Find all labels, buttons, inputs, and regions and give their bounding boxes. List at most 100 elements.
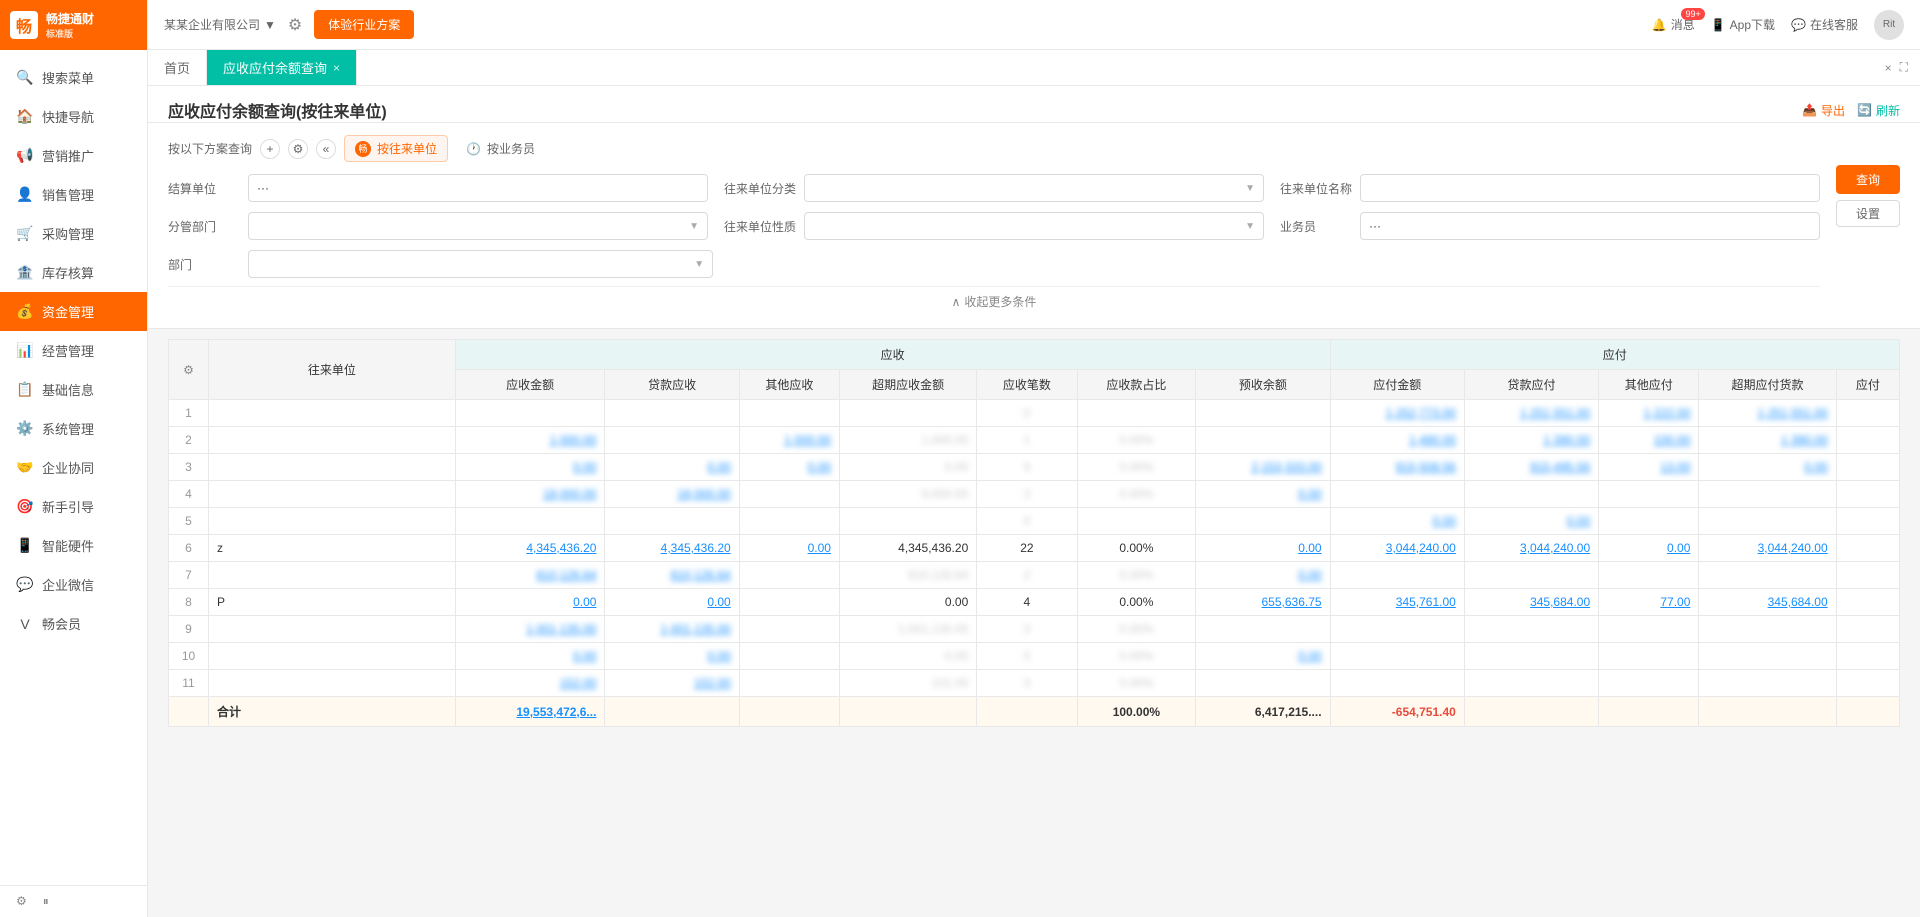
row-loan-recv-10[interactable]: 152.00: [605, 670, 739, 697]
row-prepay-9[interactable]: 0.00: [1196, 643, 1330, 670]
row-pay-amount-5[interactable]: 3,044,240.00: [1330, 535, 1464, 562]
salesperson-input[interactable]: ···: [1360, 212, 1820, 240]
row-loan-recv-9-link[interactable]: 0.00: [707, 649, 730, 663]
sidebar-item-vip[interactable]: V 畅会员: [0, 604, 147, 643]
settlement-input[interactable]: ···: [248, 174, 708, 202]
row-other-pay-1-link[interactable]: 100.00: [1654, 433, 1691, 447]
row-loan-recv-9[interactable]: 0.00: [605, 643, 739, 670]
tab-query[interactable]: 应收应付余额查询 ×: [207, 50, 357, 85]
row-loan-recv-8-link[interactable]: 1,001,135.00: [661, 622, 731, 636]
row-loan-recv-5[interactable]: 4,345,436.20: [605, 535, 739, 562]
sidebar-item-marketing[interactable]: 📢 营销推广: [0, 136, 147, 175]
partner-nature-select[interactable]: ▼: [804, 212, 1264, 240]
row-loan-pay-5-link[interactable]: 3,044,240.00: [1520, 541, 1590, 555]
row-recv-amount-5-link[interactable]: 4,345,436.20: [526, 541, 596, 555]
row-recv-amount-9[interactable]: 0.00: [455, 643, 605, 670]
solution-button[interactable]: 体验行业方案: [314, 10, 414, 39]
row-loan-pay-4-link[interactable]: 0.00: [1567, 514, 1590, 528]
row-other-recv-1-link[interactable]: 1,000.00: [784, 433, 831, 447]
row-overdue-pay-5[interactable]: 3,044,240.00: [1699, 535, 1836, 562]
row-overdue-pay-7-link[interactable]: 345,684.00: [1768, 595, 1828, 609]
row-recv-amount-3-link[interactable]: 18,000.00: [543, 487, 596, 501]
sidebar-settings-icon[interactable]: ⚙: [16, 894, 27, 909]
row-other-pay-7[interactable]: 77.00: [1599, 589, 1699, 616]
row-other-pay-0-link[interactable]: 1,222.00: [1644, 406, 1691, 420]
sidebar-collapse-icon[interactable]: ⏸: [43, 894, 49, 909]
row-loan-recv-8[interactable]: 1,001,135.00: [605, 616, 739, 643]
row-recv-amount-10-link[interactable]: 152.00: [560, 676, 597, 690]
row-pay-amount-2[interactable]: 915,508.56: [1330, 454, 1464, 481]
row-overdue-pay-7[interactable]: 345,684.00: [1699, 589, 1836, 616]
row-prepay-3[interactable]: 0.00: [1196, 481, 1330, 508]
row-prepay-6-link[interactable]: 0.00: [1298, 568, 1321, 582]
row-other-pay-7-link[interactable]: 77.00: [1660, 595, 1690, 609]
row-other-recv-1[interactable]: 1,000.00: [739, 427, 839, 454]
refresh-button[interactable]: 🔄 刷新: [1857, 102, 1900, 119]
row-other-pay-5-link[interactable]: 0.00: [1667, 541, 1690, 555]
row-loan-recv-3-link[interactable]: 18,000.00: [677, 487, 730, 501]
sidebar-item-sales[interactable]: 👤 销售管理: [0, 175, 147, 214]
row-other-recv-5-link[interactable]: 0.00: [808, 541, 831, 555]
row-recv-amount-10[interactable]: 152.00: [455, 670, 605, 697]
row-loan-recv-3[interactable]: 18,000.00: [605, 481, 739, 508]
window-close-icon[interactable]: ×: [1885, 61, 1892, 75]
setting-button[interactable]: 设置: [1836, 200, 1900, 227]
row-recv-amount-3[interactable]: 18,000.00: [455, 481, 605, 508]
row-pay-amount-0[interactable]: 1,252,773.00: [1330, 400, 1464, 427]
row-recv-amount-6[interactable]: 810,126.64: [455, 562, 605, 589]
partner-name-input[interactable]: [1360, 174, 1820, 202]
row-loan-recv-7-link[interactable]: 0.00: [707, 595, 730, 609]
online-service-link[interactable]: 💬 在线客服: [1791, 16, 1858, 33]
table-settings-icon[interactable]: ⚙: [183, 363, 194, 377]
row-recv-amount-5[interactable]: 4,345,436.20: [455, 535, 605, 562]
scheme-settings-button[interactable]: ⚙: [288, 139, 308, 159]
scheme-by-partner[interactable]: 畅 按往来单位: [344, 135, 448, 162]
row-loan-recv-6-link[interactable]: 810,126.64: [671, 568, 731, 582]
row-other-recv-2-link[interactable]: 0.00: [808, 460, 831, 474]
row-prepay-7[interactable]: 655,636.75: [1196, 589, 1330, 616]
row-recv-amount-8[interactable]: 1,001,135.00: [455, 616, 605, 643]
sidebar-item-search[interactable]: 🔍 搜索菜单: [0, 58, 147, 97]
row-prepay-2-link[interactable]: 2,153,333.00: [1251, 460, 1321, 474]
row-prepay-6[interactable]: 0.00: [1196, 562, 1330, 589]
row-loan-pay-0-link[interactable]: 1,251,551.00: [1520, 406, 1590, 420]
query-button[interactable]: 查询: [1836, 165, 1900, 194]
sidebar-item-collab[interactable]: 🤝 企业协同: [0, 448, 147, 487]
partner-cat-select[interactable]: ▼: [804, 174, 1264, 202]
row-loan-recv-7[interactable]: 0.00: [605, 589, 739, 616]
row-prepay-7-link[interactable]: 655,636.75: [1262, 595, 1322, 609]
row-other-pay-2[interactable]: 13.00: [1599, 454, 1699, 481]
row-recv-amount-7[interactable]: 0.00: [455, 589, 605, 616]
row-loan-pay-1[interactable]: 1,390.00: [1464, 427, 1598, 454]
row-other-pay-5[interactable]: 0.00: [1599, 535, 1699, 562]
dept-select[interactable]: ▼: [248, 250, 713, 278]
row-pay-amount-5-link[interactable]: 3,044,240.00: [1386, 541, 1456, 555]
sidebar-item-operation[interactable]: 📊 经营管理: [0, 331, 147, 370]
window-expand-icon[interactable]: ⛶: [1900, 60, 1908, 75]
dept-managed-select[interactable]: ▼: [248, 212, 708, 240]
row-loan-pay-4[interactable]: 0.00: [1464, 508, 1598, 535]
sidebar-item-finance[interactable]: 💰 资金管理: [0, 292, 147, 331]
row-recv-amount-9-link[interactable]: 0.00: [573, 649, 596, 663]
tab-close-icon[interactable]: ×: [333, 61, 340, 75]
sidebar-item-quicknav[interactable]: 🏠 快捷导航: [0, 97, 147, 136]
sidebar-item-system[interactable]: ⚙️ 系统管理: [0, 409, 147, 448]
row-loan-recv-2[interactable]: 0.00: [605, 454, 739, 481]
row-overdue-pay-0[interactable]: 1,251,551.00: [1699, 400, 1836, 427]
row-loan-pay-7[interactable]: 345,684.00: [1464, 589, 1598, 616]
row-pay-amount-4-link[interactable]: 0.00: [1432, 514, 1455, 528]
sidebar-item-wechat[interactable]: 💬 企业微信: [0, 565, 147, 604]
row-prepay-2[interactable]: 2,153,333.00: [1196, 454, 1330, 481]
notification-bell[interactable]: 🔔 消息 99+: [1652, 16, 1695, 33]
row-recv-amount-2-link[interactable]: 0.00: [573, 460, 596, 474]
row-recv-amount-6-link[interactable]: 810,126.64: [536, 568, 596, 582]
row-pay-amount-7-link[interactable]: 345,761.00: [1396, 595, 1456, 609]
sidebar-item-basicinfo[interactable]: 📋 基础信息: [0, 370, 147, 409]
collapse-bar[interactable]: ∧ 收起更多条件: [168, 286, 1820, 316]
row-pay-amount-2-link[interactable]: 915,508.56: [1396, 460, 1456, 474]
row-other-pay-0[interactable]: 1,222.00: [1599, 400, 1699, 427]
row-other-recv-5[interactable]: 0.00: [739, 535, 839, 562]
row-overdue-pay-1[interactable]: 1,390.00: [1699, 427, 1836, 454]
row-overdue-pay-5-link[interactable]: 3,044,240.00: [1758, 541, 1828, 555]
row-prepay-5-link[interactable]: 0.00: [1298, 541, 1321, 555]
